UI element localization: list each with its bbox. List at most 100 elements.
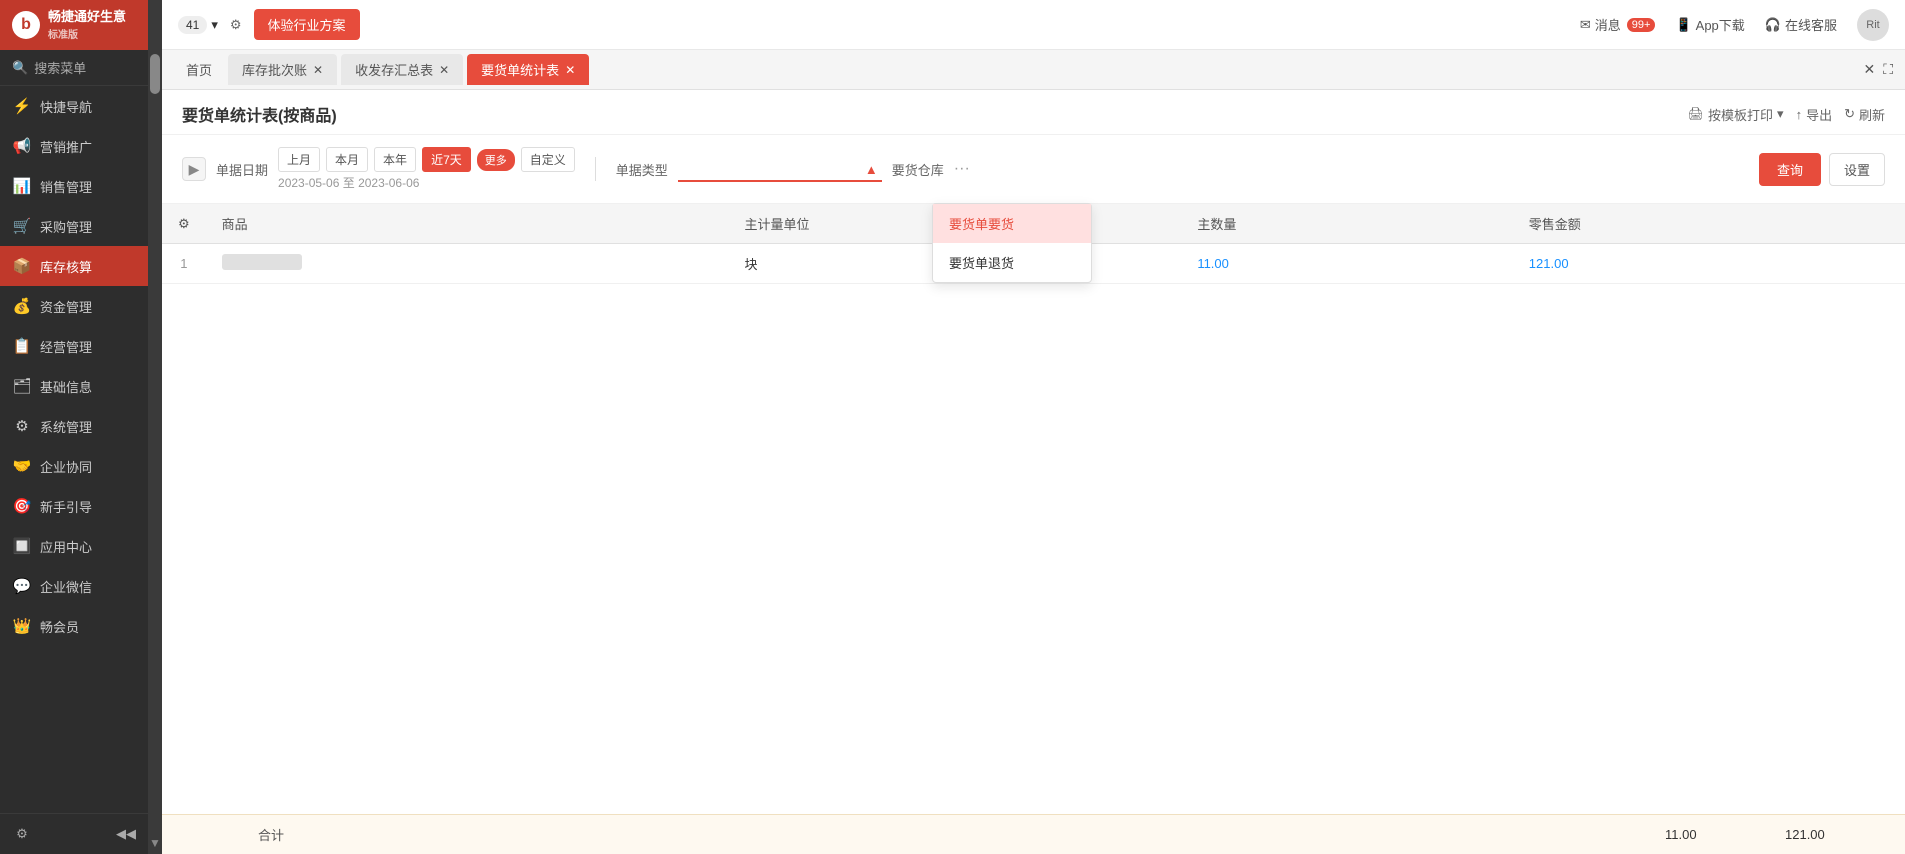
refresh-icon: ↻ — [1844, 106, 1855, 122]
settings-btn[interactable]: 设置 — [1829, 153, 1885, 186]
product-name-blurred — [222, 254, 302, 270]
type-filter-input[interactable] — [678, 157, 882, 182]
date-btn-benyue[interactable]: 本月 — [326, 147, 368, 172]
yingxiao-icon: 📢 — [12, 136, 32, 156]
type-chevron-up-icon[interactable]: ▲ — [865, 162, 878, 177]
print-template-label: 按模板打印 — [1708, 105, 1773, 124]
sidebar-item-yingxiao[interactable]: 📢 营销推广 — [0, 126, 148, 166]
dropdown-item-label: 要货单要货 — [949, 217, 1014, 232]
sidebar-item-yingyong[interactable]: 🔲 应用中心 — [0, 526, 148, 566]
sidebar-item-label: 资金管理 — [40, 297, 92, 316]
refresh-btn[interactable]: ↻ 刷新 — [1844, 105, 1885, 124]
caigou-icon: 🛒 — [12, 216, 32, 236]
sidebar-item-weixin[interactable]: 💬 企业微信 — [0, 566, 148, 606]
sidebar-item-jichu[interactable]: 🗂 基础信息 — [0, 366, 148, 406]
topbar: 41 ▾ ⚙ 体验行业方案 ✉ 消息 99+ 📱 App下载 🎧 在线客服 Ri… — [162, 0, 1905, 50]
row-amount: 121.00 — [1513, 244, 1905, 284]
table-wrapper: ⚙ 商品 主计量单位 主数量 零售金额 — [162, 204, 1905, 814]
user-avatar[interactable]: Rit — [1857, 9, 1889, 41]
filter-bar: ▶ 单据日期 上月 本月 本年 近7天 更多 自定义 2023-05-06 至 … — [162, 135, 1905, 204]
sidebar-item-xinshou[interactable]: 🎯 新手引导 — [0, 486, 148, 526]
app-download-btn[interactable]: 📱 App下载 — [1675, 15, 1744, 34]
page-header-actions: 🖨 按模板打印 ▾ ↑ 导出 ↻ 刷新 — [1688, 105, 1886, 124]
sidebar-item-kucun[interactable]: 📦 库存核算 — [0, 246, 148, 286]
sidebar-item-label: 企业微信 — [40, 577, 92, 596]
filter-separator — [595, 157, 596, 181]
page-header: 要货单统计表(按商品) 🖨 按模板打印 ▾ ↑ 导出 ↻ 刷新 — [162, 90, 1905, 135]
date-btn-custom[interactable]: 自定义 — [521, 147, 575, 172]
settings-icon[interactable]: ⚙ — [12, 824, 32, 844]
tab-label: 库存批次账 — [242, 60, 307, 79]
collapse-arrow[interactable]: ◀◀ — [116, 826, 136, 842]
filter-action-btns: 查询 设置 — [1759, 153, 1885, 186]
tab-kucun-pici[interactable]: 库存批次账 ✕ — [228, 54, 337, 85]
tab-label: 要货单统计表 — [481, 60, 559, 79]
kuaijie-icon: ⚡ — [12, 96, 32, 116]
sidebar-scroll-indicator: ▼ — [148, 0, 162, 854]
tab-close-all[interactable]: ✕ — [1863, 61, 1875, 78]
messages-btn[interactable]: ✉ 消息 99+ — [1580, 15, 1656, 34]
filter-more-options-btn[interactable]: ··· — [954, 160, 970, 178]
sidebar-search[interactable]: 🔍 搜索菜单 — [0, 50, 148, 86]
tab-close-kucun[interactable]: ✕ — [313, 63, 323, 77]
sidebar-item-label: 基础信息 — [40, 377, 92, 396]
sidebar-item-kuaijie[interactable]: ⚡ 快捷导航 — [0, 86, 148, 126]
xinshou-icon: 🎯 — [12, 496, 32, 516]
print-template-btn[interactable]: 🖨 按模板打印 ▾ — [1688, 105, 1784, 124]
col-settings[interactable]: ⚙ — [162, 204, 206, 244]
sidebar-item-caigou[interactable]: 🛒 采购管理 — [0, 206, 148, 246]
tab-home[interactable]: 首页 — [174, 54, 224, 85]
footer-values: 11.00 121.00 — [1329, 827, 1889, 842]
date-options-group: 上月 本月 本年 近7天 更多 自定义 — [278, 147, 575, 172]
date-filter-wrapper: 上月 本月 本年 近7天 更多 自定义 2023-05-06 至 2023-06… — [278, 147, 575, 191]
logo-icon: b — [12, 11, 40, 39]
tab-yaohuo[interactable]: 要货单统计表 ✕ — [467, 54, 589, 85]
service-icon: 🎧 — [1765, 17, 1781, 33]
query-btn[interactable]: 查询 — [1759, 153, 1821, 186]
sidebar-item-qiye[interactable]: 🤝 企业协同 — [0, 446, 148, 486]
dropdown-item-yaohuo-tui[interactable]: 要货单退货 — [933, 243, 1091, 282]
tab-close-yaohuo[interactable]: ✕ — [565, 63, 575, 77]
tab-expand-icon[interactable]: ⛶ — [1883, 61, 1893, 78]
sidebar-item-xiaoshou[interactable]: 📊 销售管理 — [0, 166, 148, 206]
store-selector[interactable]: 41 ▾ — [178, 16, 218, 34]
date-btn-bennian[interactable]: 本年 — [374, 147, 416, 172]
export-label: 导出 — [1806, 105, 1832, 124]
export-btn[interactable]: ↑ 导出 — [1796, 105, 1833, 124]
store-number: 41 — [178, 16, 207, 34]
dropdown-item-yaohuo-dan[interactable]: 要货单要货 — [933, 204, 1091, 243]
type-filter-label: 单据类型 — [616, 160, 668, 179]
sidebar-item-label: 快捷导航 — [40, 97, 92, 116]
sidebar-item-zijin[interactable]: 💰 资金管理 — [0, 286, 148, 326]
scroll-down-arrow[interactable]: ▼ — [149, 836, 161, 850]
date-btn-more[interactable]: 更多 — [477, 149, 515, 171]
online-service-btn[interactable]: 🎧 在线客服 — [1765, 15, 1837, 34]
message-icon: ✉ — [1580, 17, 1591, 33]
trial-btn[interactable]: 体验行业方案 — [254, 9, 360, 40]
print-icon: 🖨 — [1688, 106, 1705, 122]
page-body: 要货单统计表(按商品) 🖨 按模板打印 ▾ ↑ 导出 ↻ 刷新 ▶ — [162, 90, 1905, 854]
tab-shoufacun[interactable]: 收发存汇总表 ✕ — [341, 54, 463, 85]
date-filter-label: 单据日期 — [216, 160, 268, 179]
sidebar-item-label: 系统管理 — [40, 417, 92, 436]
sidebar-item-label: 新手引导 — [40, 497, 92, 516]
topbar-left: 41 ▾ ⚙ 体验行业方案 — [178, 9, 1580, 40]
sidebar-item-label: 库存核算 — [40, 257, 92, 276]
date-btn-shangban[interactable]: 上月 — [278, 147, 320, 172]
jichu-icon: 🗂 — [12, 376, 32, 396]
sidebar-item-label: 销售管理 — [40, 177, 92, 196]
topbar-gear-icon[interactable]: ⚙ — [230, 17, 242, 33]
jingying-icon: 📋 — [12, 336, 32, 356]
tab-close-shoufacun[interactable]: ✕ — [439, 63, 449, 77]
col-product: 商品 — [206, 204, 729, 244]
row-product — [206, 244, 729, 284]
sidebar-item-huiyuan[interactable]: 👑 畅会员 — [0, 606, 148, 646]
date-btn-jin7[interactable]: 近7天 — [422, 147, 471, 172]
sidebar-item-jingying[interactable]: 📋 经营管理 — [0, 326, 148, 366]
weixin-icon: 💬 — [12, 576, 32, 596]
filter-expand-btn[interactable]: ▶ — [182, 157, 206, 181]
search-icon: 🔍 — [12, 60, 28, 76]
chevron-down-icon: ▾ — [211, 17, 218, 33]
sidebar-item-xitong[interactable]: ⚙ 系统管理 — [0, 406, 148, 446]
sidebar-item-label: 营销推广 — [40, 137, 92, 156]
